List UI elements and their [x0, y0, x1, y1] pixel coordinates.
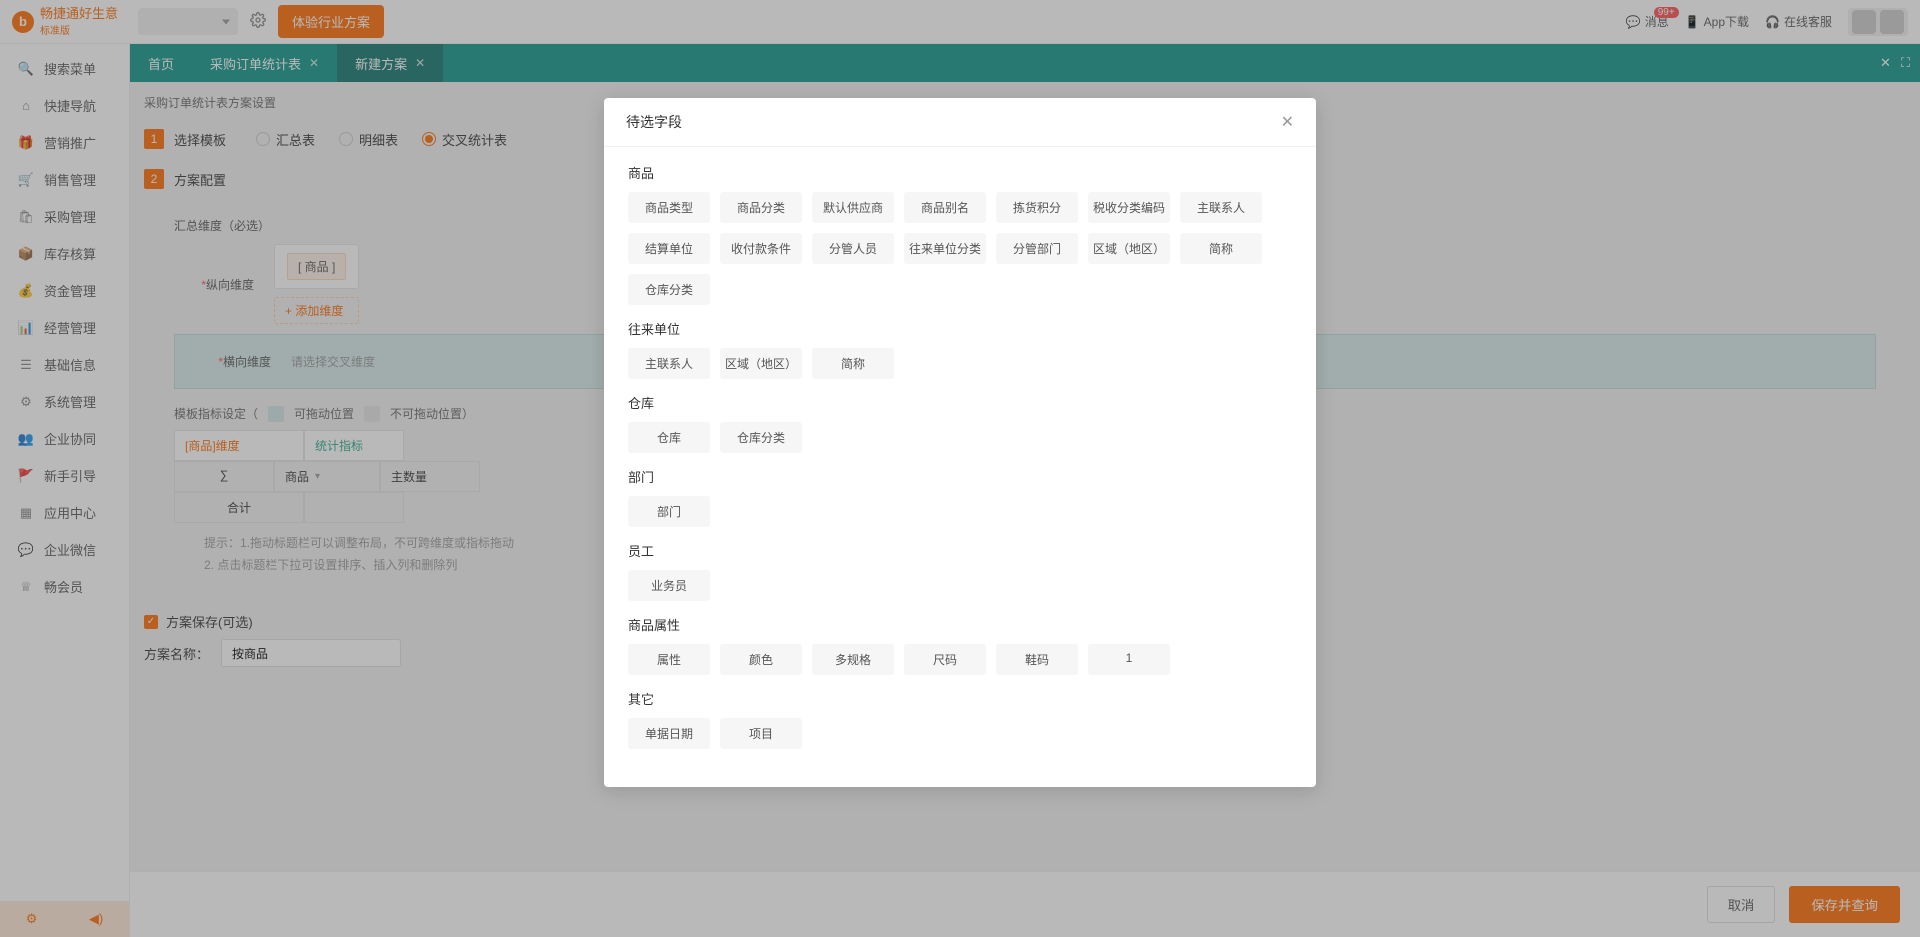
field-group: 员工业务员	[628, 541, 1292, 601]
group-title: 商品	[628, 163, 1292, 182]
modal-close-button[interactable]: ✕	[1281, 112, 1294, 132]
tag-list: 商品类型商品分类默认供应商商品别名拣货积分税收分类编码主联系人结算单位收付款条件…	[628, 192, 1292, 305]
field-group: 仓库仓库仓库分类	[628, 393, 1292, 453]
tag-list: 属性颜色多规格尺码鞋码 1	[628, 644, 1292, 675]
field-tag[interactable]: 仓库	[628, 422, 710, 453]
field-tag[interactable]: 收付款条件	[720, 233, 802, 264]
field-tag[interactable]: 单据日期	[628, 718, 710, 749]
field-tag[interactable]: 属性	[628, 644, 710, 675]
field-tag[interactable]: 项目	[720, 718, 802, 749]
field-tag[interactable]: 尺码	[904, 644, 986, 675]
field-tag[interactable]: 商品分类	[720, 192, 802, 223]
modal-overlay: 待选字段 ✕ 商品商品类型商品分类默认供应商商品别名拣货积分税收分类编码主联系人…	[0, 0, 1920, 937]
field-tag[interactable]: 简称	[1180, 233, 1262, 264]
field-tag[interactable]: 仓库分类	[628, 274, 710, 305]
field-tag[interactable]: 多规格	[812, 644, 894, 675]
field-tag[interactable]: 主联系人	[628, 348, 710, 379]
modal-title: 待选字段	[626, 112, 682, 132]
tag-list: 仓库仓库分类	[628, 422, 1292, 453]
field-tag[interactable]: 1	[1088, 644, 1170, 675]
field-tag[interactable]: 往来单位分类	[904, 233, 986, 264]
field-tag[interactable]: 区域（地区）	[720, 348, 802, 379]
field-tag[interactable]: 仓库分类	[720, 422, 802, 453]
field-group: 商品商品类型商品分类默认供应商商品别名拣货积分税收分类编码主联系人结算单位收付款…	[628, 163, 1292, 305]
field-group: 商品属性属性颜色多规格尺码鞋码 1	[628, 615, 1292, 675]
group-title: 商品属性	[628, 615, 1292, 634]
field-tag[interactable]: 商品类型	[628, 192, 710, 223]
tag-list: 部门	[628, 496, 1292, 527]
field-tag[interactable]: 分管人员	[812, 233, 894, 264]
field-tag[interactable]: 商品别名	[904, 192, 986, 223]
field-group: 其它单据日期项目	[628, 689, 1292, 749]
group-title: 往来单位	[628, 319, 1292, 338]
field-tag[interactable]: 默认供应商	[812, 192, 894, 223]
field-tag[interactable]: 区域（地区）	[1088, 233, 1170, 264]
group-title: 部门	[628, 467, 1292, 486]
field-tag[interactable]: 业务员	[628, 570, 710, 601]
field-tag[interactable]: 颜色	[720, 644, 802, 675]
field-tag[interactable]: 税收分类编码	[1088, 192, 1170, 223]
field-tag[interactable]: 主联系人	[1180, 192, 1262, 223]
group-title: 员工	[628, 541, 1292, 560]
field-tag[interactable]: 拣货积分	[996, 192, 1078, 223]
field-group: 部门部门	[628, 467, 1292, 527]
field-tag[interactable]: 部门	[628, 496, 710, 527]
modal-body: 商品商品类型商品分类默认供应商商品别名拣货积分税收分类编码主联系人结算单位收付款…	[604, 147, 1316, 787]
tag-list: 业务员	[628, 570, 1292, 601]
tag-list: 单据日期项目	[628, 718, 1292, 749]
tag-list: 主联系人区域（地区） 简称	[628, 348, 1292, 379]
field-tag[interactable]: 简称	[812, 348, 894, 379]
field-tag[interactable]: 结算单位	[628, 233, 710, 264]
group-title: 仓库	[628, 393, 1292, 412]
field-group: 往来单位主联系人区域（地区） 简称	[628, 319, 1292, 379]
field-tag[interactable]: 鞋码	[996, 644, 1078, 675]
field-selector-modal: 待选字段 ✕ 商品商品类型商品分类默认供应商商品别名拣货积分税收分类编码主联系人…	[604, 98, 1316, 787]
modal-header: 待选字段 ✕	[604, 98, 1316, 147]
group-title: 其它	[628, 689, 1292, 708]
field-tag[interactable]: 分管部门	[996, 233, 1078, 264]
